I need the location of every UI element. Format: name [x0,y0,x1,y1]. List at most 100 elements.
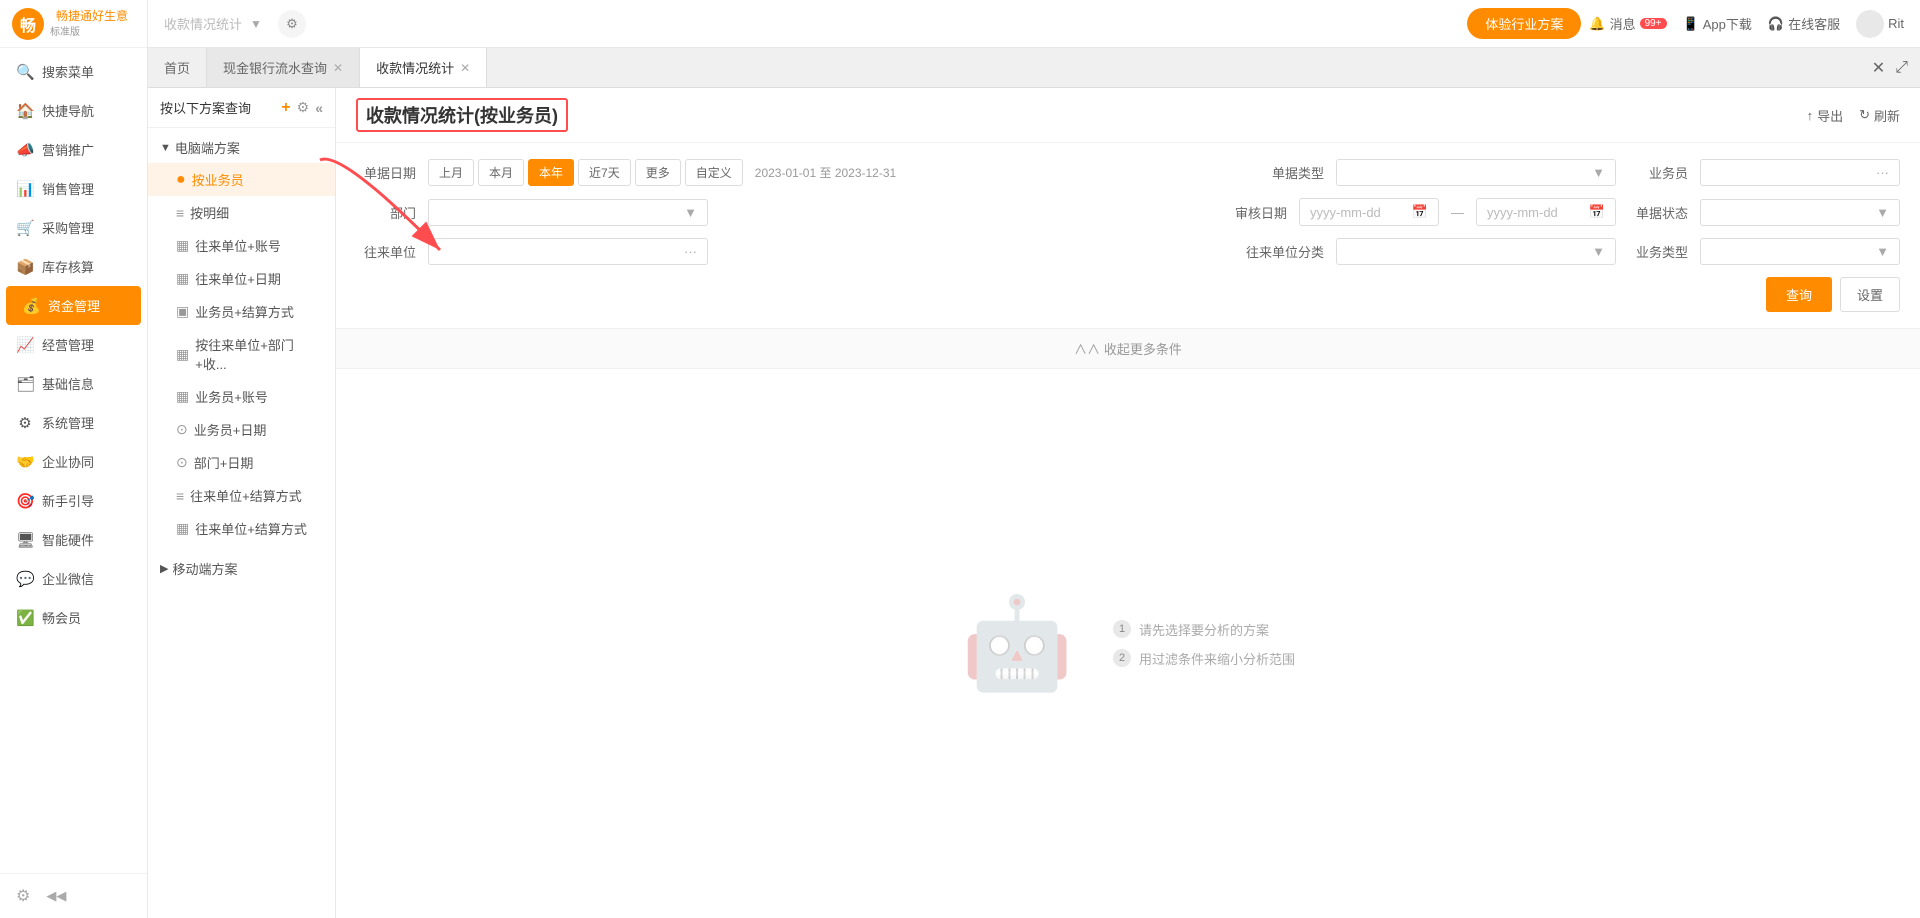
filter-row-2: 部门 ▼ 审核日期 yyyy-mm-dd 📅 — yyyy-mm-dd 📅 [356,198,1900,226]
left-panel: 按以下方案查询 + ⚙ « ▼ 电脑端方案 ● 按业务员 ≡ [148,88,336,918]
marketing-icon: 📣 [16,141,34,159]
sidebar-item-member[interactable]: ✅ 畅会员 [0,598,147,637]
doc-status-select[interactable]: ▼ [1700,199,1900,226]
query-btn[interactable]: 查询 [1766,277,1832,312]
calendar-icon1: 📅 [1412,204,1428,220]
business-type-dropdown-icon: ▼ [1876,244,1889,259]
salesperson-label: 业务员 [1628,163,1688,182]
voucher-type-label: 单据类型 [1264,163,1324,182]
sidebar-item-purchase[interactable]: 🛒 采购管理 [0,208,147,247]
plan-item-label: 按明细 [190,203,229,222]
user-avatar[interactable]: Rit [1856,10,1904,38]
date-more-btn[interactable]: 更多 [635,159,681,186]
footer-collapse-icon[interactable]: ◀◀ [46,888,66,904]
date-last7days-btn[interactable]: 近7天 [578,159,631,186]
download-icon: 📱 [1683,16,1699,32]
sidebar-item-finance[interactable]: 💰 资金管理 [6,286,141,325]
filter-settings-btn[interactable]: 设置 [1840,277,1900,312]
sidebar-item-sales[interactable]: 📊 销售管理 [0,169,147,208]
collapse-bar[interactable]: ∧∧ 收起更多条件 [336,329,1920,369]
sidebar-item-smarthw[interactable]: 🖥 智能硬件 [0,520,147,559]
sidebar-item-quicknav[interactable]: 🏠 快捷导航 [0,91,147,130]
export-btn[interactable]: ↑ 导出 [1807,106,1844,125]
bank-flow-tab-close[interactable]: ✕ [333,61,343,75]
business-type-select[interactable]: ▼ [1700,238,1900,265]
basicinfo-icon: 🗂 [16,375,34,393]
date-this-year-btn[interactable]: 本年 [528,159,574,186]
plan-item-label: 按往来单位+部门+收... [195,335,323,373]
review-date-label: 审核日期 [1227,203,1287,222]
refresh-btn[interactable]: ↻ 刷新 [1859,106,1900,125]
empty-tip-2: 2 用过滤条件来缩小分析范围 [1113,649,1295,668]
empty-tips: 1 请先选择要分析的方案 2 用过滤条件来缩小分析范围 [1113,620,1295,668]
sales-icon: 📊 [16,180,34,198]
tab-collection-stat[interactable]: 收款情况统计 ✕ [360,48,487,87]
counterparty-label: 往来单位 [356,242,416,261]
sidebar-item-inventory[interactable]: 📦 库存核算 [0,247,147,286]
date-range-display: 2023-01-01 至 2023-12-31 [755,164,896,181]
plan-item-salesperson-account[interactable]: ▦ 业务员+账号 [148,380,335,413]
breadcrumb-dropdown[interactable]: ▼ [250,17,262,31]
guide-icon: 🎯 [16,492,34,510]
logo-text: 畅捷通好生意 [56,9,128,23]
close-window-btn[interactable]: ✕ [1872,58,1885,78]
date-custom-btn[interactable]: 自定义 [685,159,743,186]
app-download-btn[interactable]: 📱 App下载 [1683,14,1752,33]
sidebar-item-marketing[interactable]: 📣 营销推广 [0,130,147,169]
sidebar-item-wechat[interactable]: 💬 企业微信 [0,559,147,598]
sidebar-item-system[interactable]: ⚙ 系统管理 [0,403,147,442]
plan-item-unit-date[interactable]: ▦ 往来单位+日期 [148,262,335,295]
main-area: 收款情况统计 ▼ ⚙ 体验行业方案 🔔 消息 99+ 📱 App下载 🎧 在线客… [148,0,1920,918]
dept-dropdown-icon: ▼ [684,205,697,220]
plan-item-salesperson-date[interactable]: ⊙ 业务员+日期 [148,413,335,446]
tab-bank-flow[interactable]: 现金银行流水查询 ✕ [207,48,360,87]
plan-item-salesperson-settlement[interactable]: ▣ 业务员+结算方式 [148,295,335,328]
salesperson-select[interactable]: ··· [1700,159,1900,186]
user-name: Rit [1888,16,1904,31]
plan-group-desktop-title[interactable]: ▼ 电脑端方案 [148,132,335,163]
sidebar-item-operations[interactable]: 📈 经营管理 [0,325,147,364]
sidebar-item-guide[interactable]: 🎯 新手引导 [0,481,147,520]
doc-status-dropdown-icon: ▼ [1876,205,1889,220]
dept-select[interactable]: ▼ [428,199,708,226]
review-date-to[interactable]: yyyy-mm-dd 📅 [1476,198,1616,226]
plan-item-unit-dept-collect[interactable]: ▦ 按往来单位+部门+收... [148,328,335,380]
date-buttons: 上月 本月 本年 近7天 更多 自定义 [428,159,743,186]
filter-row-1: 单据日期 上月 本月 本年 近7天 更多 自定义 2023-01-01 至 20… [356,159,1900,186]
plan-item-unit-settlement1[interactable]: ≡ 往来单位+结算方式 [148,479,335,512]
counterparty-cat-select[interactable]: ▼ [1336,238,1616,265]
window-actions: ✕ ⤢ [1860,48,1920,87]
content-area: 按以下方案查询 + ⚙ « ▼ 电脑端方案 ● 按业务员 ≡ [148,88,1920,918]
customer-service-btn[interactable]: 🎧 在线客服 [1768,14,1840,33]
notifications-btn[interactable]: 🔔 消息 99+ [1589,14,1666,33]
plan-item-unit-account[interactable]: ▦ 往来单位+账号 [148,229,335,262]
plan-group-mobile-title[interactable]: ▶ 移动端方案 [148,553,335,584]
counterparty-cat-label: 往来单位分类 [1246,242,1324,261]
counterparty-cat-dropdown-icon: ▼ [1592,244,1605,259]
plan-item-unit-settlement2[interactable]: ▦ 往来单位+结算方式 [148,512,335,545]
counterparty-select[interactable]: ··· [428,238,708,265]
review-date-from[interactable]: yyyy-mm-dd 📅 [1299,198,1439,226]
sidebar-item-search[interactable]: 🔍 搜索菜单 [0,52,147,91]
collection-stat-tab-close[interactable]: ✕ [460,61,470,75]
plan-item-by-detail[interactable]: ≡ 按明细 [148,196,335,229]
bank-flow-tab-label: 现金银行流水查询 [223,58,327,77]
plan-group-mobile: ▶ 移动端方案 [148,549,335,588]
plan-item-by-salesperson[interactable]: ● 按业务员 [148,163,335,196]
add-plan-btn[interactable]: + [281,99,290,117]
maximize-window-btn[interactable]: ⤢ [1895,59,1908,77]
voucher-type-select[interactable]: ▼ [1336,159,1616,186]
footer-settings-icon[interactable]: ⚙ [16,886,30,906]
sidebar-item-enterprise[interactable]: 🤝 企业协同 [0,442,147,481]
date-last-month-btn[interactable]: 上月 [428,159,474,186]
plan-item-dept-date[interactable]: ⊙ 部门+日期 [148,446,335,479]
tab-home[interactable]: 首页 [148,48,207,87]
date-this-month-btn[interactable]: 本月 [478,159,524,186]
trial-btn[interactable]: 体验行业方案 [1467,8,1581,39]
unit-date-icon: ▦ [176,270,189,287]
collapse-panel-btn[interactable]: « [315,100,323,116]
topbar-settings-btn[interactable]: ⚙ [278,10,306,38]
plan-settings-btn[interactable]: ⚙ [297,99,310,116]
page-header-actions: ↑ 导出 ↻ 刷新 [1807,106,1900,125]
sidebar-item-basicinfo[interactable]: 🗂 基础信息 [0,364,147,403]
